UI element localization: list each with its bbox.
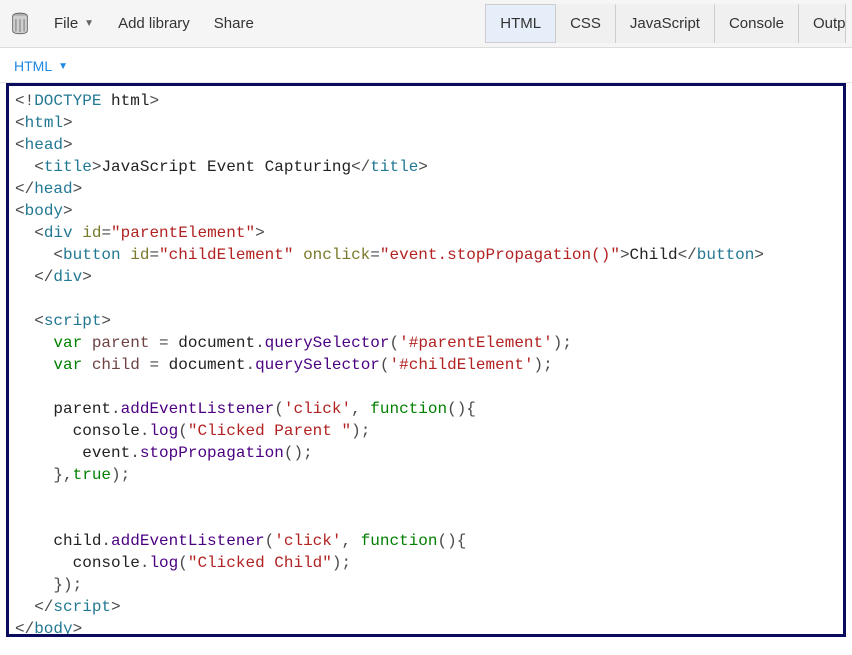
tab-output[interactable]: Output [798,4,846,43]
editor-mode-dropdown[interactable]: HTML ▼ [14,58,68,74]
share-button[interactable]: Share [202,9,266,38]
code-content: <!DOCTYPE html> <html> <head> <title>Jav… [9,86,843,637]
file-menu-label: File [54,15,78,32]
main-toolbar: File ▼ Add library Share HTML CSS JavaSc… [0,0,852,48]
editor-mode-label: HTML [14,58,52,74]
tab-css[interactable]: CSS [555,4,615,43]
add-library-button[interactable]: Add library [106,9,202,38]
tab-javascript[interactable]: JavaScript [615,4,714,43]
chevron-down-icon: ▼ [84,18,94,29]
tab-console[interactable]: Console [714,4,798,43]
jsbin-logo-icon [6,10,34,38]
panel-tabs: HTML CSS JavaScript Console Output [485,4,846,43]
chevron-down-icon: ▼ [58,61,68,72]
add-library-label: Add library [118,15,190,32]
panel-header: HTML ▼ [0,48,852,83]
share-label: Share [214,15,254,32]
tab-html[interactable]: HTML [485,4,555,43]
file-menu[interactable]: File ▼ [42,9,106,38]
code-editor[interactable]: <!DOCTYPE html> <html> <head> <title>Jav… [6,83,846,637]
